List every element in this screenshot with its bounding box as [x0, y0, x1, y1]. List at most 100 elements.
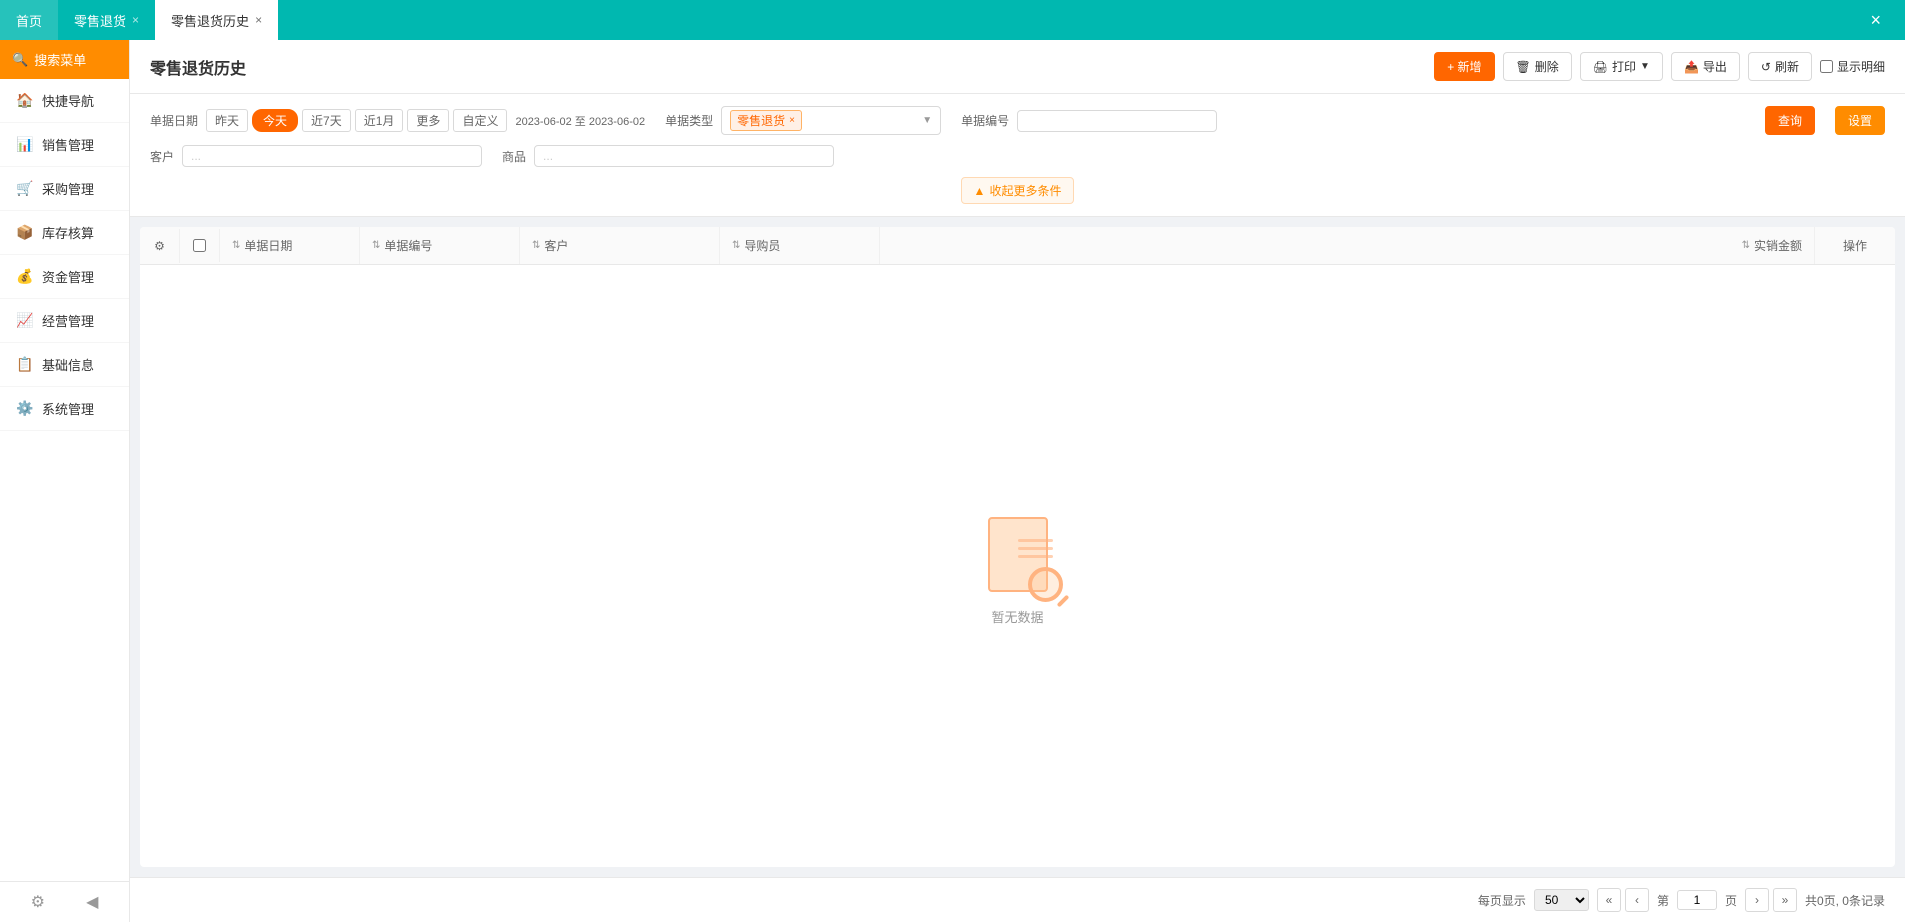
th-bill-date-sort-icon[interactable]: ⇅	[232, 240, 240, 251]
bill-type-tag: 零售退货 ×	[730, 110, 802, 131]
sidebar-item-sales-label: 销售管理	[42, 135, 94, 154]
bill-type-dropdown-icon: ▼	[922, 115, 932, 126]
date-btn-yesterday[interactable]: 昨天	[206, 109, 248, 132]
refresh-button[interactable]: ↺ 刷新	[1748, 52, 1812, 81]
tab-home[interactable]: 首页	[0, 0, 58, 40]
table-settings-icon[interactable]: ⚙	[154, 239, 165, 253]
th-bill-num: ⇅ 单据编号	[360, 227, 520, 264]
date-btn-custom[interactable]: 自定义	[453, 109, 507, 132]
tab-retail-return-close[interactable]: ×	[132, 13, 139, 27]
th-bill-num-label: 单据编号	[384, 237, 432, 254]
th-customer-sort-icon[interactable]: ⇅	[532, 240, 540, 251]
sidebar-item-purchase-label: 采购管理	[42, 179, 94, 198]
page-current-input[interactable]	[1677, 890, 1717, 910]
export-icon: 📤	[1684, 60, 1699, 74]
date-btn-more[interactable]: 更多	[407, 109, 449, 132]
tab-retail-return[interactable]: 零售退货 ×	[58, 0, 155, 40]
display-checkbox[interactable]	[1820, 60, 1833, 73]
th-guide-sort-icon[interactable]: ⇅	[732, 240, 740, 251]
pagination: 每页显示 50 10 20 100 « ‹ 第 页 › » 共0页, 0条记录	[130, 877, 1905, 922]
goods-label: 商品	[502, 148, 526, 165]
sidebar-collapse-btn[interactable]: ◀	[86, 892, 98, 912]
doc-line-1	[1018, 539, 1053, 542]
sidebar-item-inventory[interactable]: 📦 库存核算	[0, 211, 129, 255]
display-label: 显示明细	[1837, 58, 1885, 75]
bill-number-label: 单据编号	[961, 112, 1009, 129]
sidebar-item-system-label: 系统管理	[42, 399, 94, 418]
sidebar-item-quick-nav[interactable]: 🏠 快捷导航	[0, 79, 129, 123]
page-prev-btn[interactable]: ‹	[1625, 888, 1649, 912]
refresh-icon: ↺	[1761, 60, 1771, 74]
th-bill-date-label: 单据日期	[244, 237, 292, 254]
search-icon: 🔍	[12, 52, 28, 68]
filter-bill-type: 单据类型 零售退货 × ▼	[665, 106, 941, 135]
sidebar-item-finance[interactable]: 💰 资金管理	[0, 255, 129, 299]
bill-type-select[interactable]: 零售退货 × ▼	[721, 106, 941, 135]
th-amount-sort-icon[interactable]: ⇅	[1742, 240, 1750, 251]
display-toggle[interactable]: 显示明细	[1820, 58, 1885, 75]
query-button[interactable]: 查询	[1765, 106, 1815, 135]
goods-select[interactable]: ...	[534, 145, 834, 167]
select-all-checkbox[interactable]	[193, 239, 206, 252]
bill-type-value: 零售退货	[737, 112, 785, 129]
filter-area: 单据日期 昨天 今天 近7天 近1月 更多 自定义 2023-06-02 至 2…	[130, 94, 1905, 217]
date-range-display: 2023-06-02 至 2023-06-02	[515, 113, 645, 129]
th-bill-num-sort-icon[interactable]: ⇅	[372, 240, 380, 251]
date-btn-7days[interactable]: 近7天	[302, 109, 351, 132]
sidebar-search[interactable]: 🔍 搜索菜单	[0, 40, 129, 79]
settings-button[interactable]: 设置	[1835, 106, 1885, 135]
sidebar-item-sales[interactable]: 📊 销售管理	[0, 123, 129, 167]
window-close-button[interactable]: ×	[1862, 10, 1889, 31]
th-guide: ⇅ 导购员	[720, 227, 880, 264]
per-page-select[interactable]: 50 10 20 100	[1534, 889, 1589, 911]
sidebar-item-operations[interactable]: 📈 经营管理	[0, 299, 129, 343]
sidebar: 🔍 搜索菜单 🏠 快捷导航 📊 销售管理 🛒 采购管理 📦	[0, 40, 130, 922]
delete-button[interactable]: 🗑 删除	[1503, 52, 1572, 81]
sales-icon: 📊	[16, 136, 34, 154]
page-header: 零售退货历史 + 新增 🗑 删除 🖨 打印 ▼ 📤	[130, 40, 1905, 94]
tab-retail-return-history-close[interactable]: ×	[255, 13, 262, 27]
page-first-btn[interactable]: «	[1597, 888, 1621, 912]
th-settings[interactable]: ⚙	[140, 229, 180, 263]
doc-line-3	[1018, 555, 1053, 558]
bill-number-input[interactable]	[1017, 110, 1217, 132]
finance-icon: 💰	[16, 268, 34, 286]
inventory-icon: 📦	[16, 224, 34, 242]
new-button[interactable]: + 新增	[1434, 52, 1494, 81]
top-bar-right: ×	[1862, 10, 1905, 31]
sidebar-settings-btn[interactable]: ⚙	[31, 892, 45, 912]
tab-list: 首页 零售退货 × 零售退货历史 ×	[0, 0, 1862, 40]
bill-type-tag-close[interactable]: ×	[789, 115, 795, 126]
page-next-btn[interactable]: ›	[1745, 888, 1769, 912]
query-label: 查询	[1778, 112, 1802, 129]
export-button[interactable]: 📤 导出	[1671, 52, 1740, 81]
collapse-button[interactable]: ▲ 收起更多条件	[961, 177, 1075, 204]
tab-retail-return-history[interactable]: 零售退货历史 ×	[155, 0, 278, 40]
sidebar-item-purchase[interactable]: 🛒 采购管理	[0, 167, 129, 211]
bill-date-label: 单据日期	[150, 112, 198, 129]
th-amount-label: 实销金额	[1754, 237, 1802, 254]
filter-bill-date: 单据日期 昨天 今天 近7天 近1月 更多 自定义 2023-06-02 至 2…	[150, 109, 645, 132]
table-header: ⚙ ⇅ 单据日期 ⇅ 单据编号 ⇅ 客户	[140, 227, 1895, 265]
customer-select[interactable]: ...	[182, 145, 482, 167]
total-info: 共0页, 0条记录	[1805, 892, 1885, 909]
date-btn-today[interactable]: 今天	[252, 109, 298, 132]
page-last-btn[interactable]: »	[1773, 888, 1797, 912]
th-bill-date: ⇅ 单据日期	[220, 227, 360, 264]
print-label: 打印	[1612, 58, 1636, 75]
bill-type-label: 单据类型	[665, 112, 713, 129]
doc-line-2	[1018, 547, 1053, 550]
tab-home-label: 首页	[16, 11, 42, 30]
date-btn-1month[interactable]: 近1月	[355, 109, 404, 132]
customer-label: 客户	[150, 148, 174, 165]
sidebar-item-basic-info[interactable]: 📋 基础信息	[0, 343, 129, 387]
sidebar-item-system[interactable]: ⚙️ 系统管理	[0, 387, 129, 431]
system-icon: ⚙️	[16, 400, 34, 418]
filter-row-1: 单据日期 昨天 今天 近7天 近1月 更多 自定义 2023-06-02 至 2…	[150, 106, 1885, 135]
delete-icon: 🗑	[1516, 60, 1531, 74]
page-unit-label: 页	[1725, 892, 1737, 909]
th-checkbox[interactable]	[180, 229, 220, 262]
filter-goods: 商品 ...	[502, 145, 834, 167]
print-button[interactable]: 🖨 打印 ▼	[1580, 52, 1663, 81]
settings-label: 设置	[1848, 112, 1872, 129]
